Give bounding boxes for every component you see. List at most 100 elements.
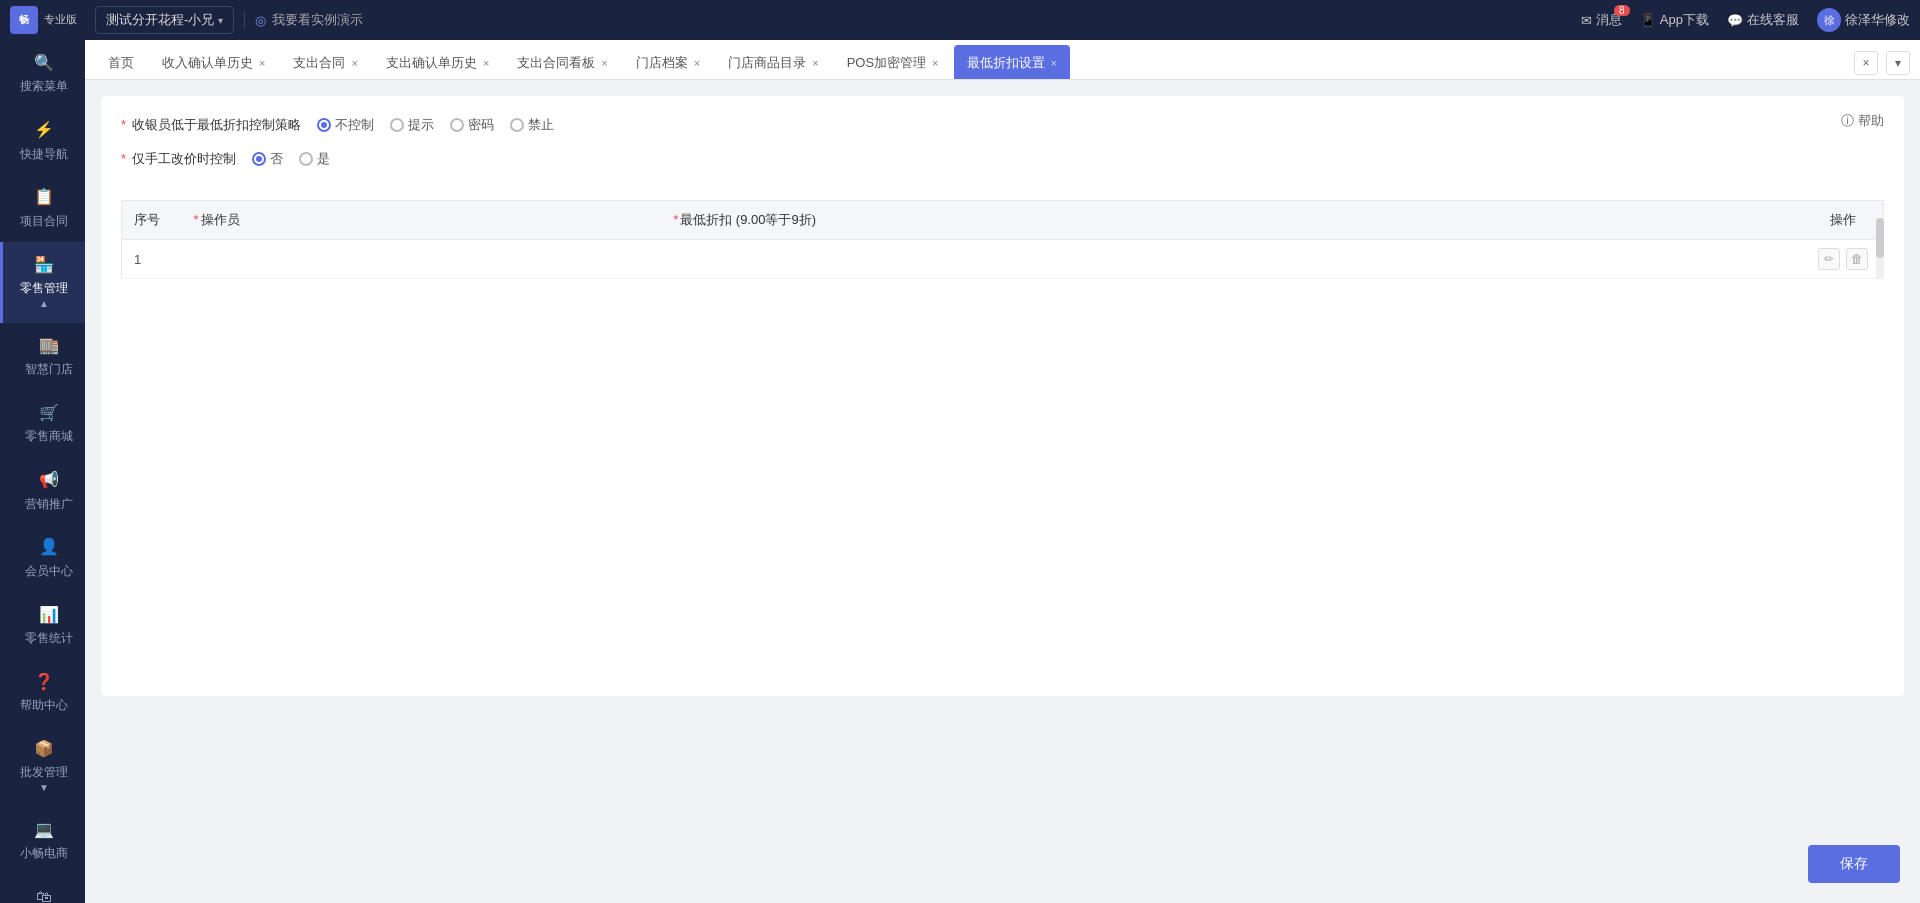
table-header: 序号 *操作员 *最低折扣 (9.00等于9折) 操作 (122, 201, 1884, 240)
sidebar-item-member-center[interactable]: 👤 会员中心 (0, 524, 85, 591)
help-circle-icon: ⓘ (1841, 112, 1854, 130)
close-icon[interactable]: × (1051, 57, 1057, 69)
tab-home[interactable]: 首页 (95, 45, 147, 79)
close-icon[interactable]: × (259, 57, 265, 69)
sidebar-item-label: 快捷导航 (20, 146, 68, 163)
sidebar-item-retail-mall[interactable]: 🛒 零售商城 (0, 390, 85, 457)
messages-button[interactable]: ✉ 消息 8 (1581, 11, 1622, 29)
sidebar-item-label: 项目合同 (20, 213, 68, 230)
sidebar-item-label: 会员中心 (25, 563, 73, 580)
divider (244, 10, 245, 30)
sidebar-item-search[interactable]: 🔍 搜索菜单 (0, 40, 85, 107)
col-discount-header: *最低折扣 (9.00等于9折) (661, 201, 1803, 240)
close-icon[interactable]: × (483, 57, 489, 69)
close-icon[interactable]: × (932, 57, 938, 69)
scrollbar-thumb (1876, 218, 1884, 258)
option-label: 不控制 (335, 116, 374, 134)
tab-pos-password[interactable]: POS加密管理 × (834, 45, 952, 79)
sidebar-item-label: 批发管理 (20, 764, 68, 781)
sidebar-item-marketing[interactable]: 📢 营销推广 (0, 457, 85, 524)
sidebar-item-retail-mgmt[interactable]: 🏪 零售管理 ▲ (0, 242, 85, 323)
online-service-button[interactable]: 💬 在线客服 (1727, 11, 1799, 29)
contract-icon: 📋 (34, 186, 54, 208)
demo-label: 我要看实例演示 (272, 11, 363, 29)
sidebar-item-quick-nav[interactable]: ⚡ 快捷导航 (0, 107, 85, 174)
table-body: 1 ✏ 🗑 (122, 240, 1884, 279)
search-icon: 🔍 (34, 52, 54, 74)
manual-price-option-no[interactable]: 否 (252, 150, 283, 168)
tab-label: 支出合同看板 (517, 54, 595, 72)
policy-option-password[interactable]: 密码 (450, 116, 494, 134)
close-icon[interactable]: × (601, 57, 607, 69)
sidebar-item-project-contract[interactable]: 📋 项目合同 (0, 174, 85, 241)
demo-link[interactable]: ◎ 我要看实例演示 (255, 11, 363, 29)
radio-unchecked-icon (299, 152, 313, 166)
required-mark: * (121, 151, 126, 166)
policy-radio-group: 不控制 提示 密码 禁止 (317, 116, 554, 134)
radio-unchecked-icon (510, 118, 524, 132)
close-icon[interactable]: × (812, 57, 818, 69)
app-download-label: App下载 (1660, 11, 1709, 29)
tabbar: 首页 收入确认单历史 × 支出合同 × 支出确认单历史 × 支出合同看板 × 门… (85, 40, 1920, 80)
logo-text: 专业版 (44, 13, 77, 26)
help-button[interactable]: ⓘ 帮助 (1841, 112, 1884, 130)
sidebar-item-ecommerce[interactable]: 💻 小畅电商 (0, 807, 85, 874)
tab-payment-confirm[interactable]: 支出确认单历史 × (373, 45, 502, 79)
tab-label: 门店商品目录 (728, 54, 806, 72)
col-seq-header: 序号 (122, 201, 182, 240)
sidebar-item-wholesale-mgmt[interactable]: 📦 批发管理 ▼ (0, 726, 85, 807)
tab-label: 支出合同 (293, 54, 345, 72)
circle-icon: ◎ (255, 13, 266, 28)
manual-price-label: * 仅手工改价时控制 (121, 150, 236, 168)
project-selector[interactable]: 测试分开花程-小兄 ▾ (95, 6, 234, 34)
sidebar-item-smart-store[interactable]: 🏬 智慧门店 (0, 323, 85, 390)
content-area: 首页 收入确认单历史 × 支出合同 × 支出确认单历史 × 支出合同看板 × 门… (85, 40, 1920, 903)
close-icon[interactable]: × (694, 57, 700, 69)
main-layout: 🔍 搜索菜单 ⚡ 快捷导航 📋 项目合同 🏪 零售管理 ▲ 🏬 智慧门店 🛒 零… (0, 40, 1920, 903)
option-label: 是 (317, 150, 330, 168)
expand-arrow-icon: ▲ (39, 297, 49, 311)
sidebar-item-label: 零售管理 (20, 280, 68, 297)
sidebar-item-label: 帮助中心 (20, 697, 68, 714)
user-menu[interactable]: 徐 徐泽华修改 (1817, 8, 1910, 32)
tab-store-file[interactable]: 门店档案 × (623, 45, 713, 79)
policy-label: * 收银员低于最低折扣控制策略 (121, 116, 301, 134)
policy-option-no-control[interactable]: 不控制 (317, 116, 374, 134)
tab-menu-button[interactable]: ▾ (1886, 51, 1910, 75)
sidebar-item-retail-stats[interactable]: 📊 零售统计 (0, 592, 85, 659)
table-scrollbar[interactable] (1876, 218, 1884, 279)
sidebar-item-label: 搜索菜单 (20, 78, 68, 95)
quick-nav-icon: ⚡ (34, 119, 54, 141)
tab-close-button[interactable]: × (1854, 51, 1878, 75)
logo-icon: 畅 (10, 6, 38, 34)
sidebar-item-label: 营销推广 (25, 496, 73, 513)
ecommerce-icon: 💻 (34, 819, 54, 841)
cell-discount (661, 240, 1803, 279)
close-icon[interactable]: × (351, 57, 357, 69)
edit-icon[interactable]: ✏ (1818, 248, 1840, 270)
delete-icon[interactable]: 🗑 (1846, 248, 1868, 270)
app-download-button[interactable]: 📱 App下载 (1640, 11, 1709, 29)
tab-label: 首页 (108, 54, 134, 72)
save-button[interactable]: 保存 (1808, 845, 1900, 883)
tab-payment-contract[interactable]: 支出合同 × (280, 45, 370, 79)
tab-income-confirm[interactable]: 收入确认单历史 × (149, 45, 278, 79)
tabbar-controls: × ▾ (1854, 51, 1910, 79)
tab-store-goods[interactable]: 门店商品目录 × (715, 45, 831, 79)
sidebar-item-help-center[interactable]: ❓ 帮助中心 (0, 659, 85, 726)
tab-min-discount[interactable]: 最低折扣设置 × (954, 45, 1070, 79)
tab-payment-board[interactable]: 支出合同看板 × (504, 45, 620, 79)
manual-price-option-yes[interactable]: 是 (299, 150, 330, 168)
policy-option-forbid[interactable]: 禁止 (510, 116, 554, 134)
sidebar-item-purchase-mgmt[interactable]: 🛍 采购管理 (0, 874, 85, 903)
chevron-down-icon: ▾ (218, 15, 223, 26)
mall-icon: 🛒 (39, 402, 59, 424)
tab-label: 门店档案 (636, 54, 688, 72)
smart-store-icon: 🏬 (39, 335, 59, 357)
cell-operator (182, 240, 662, 279)
policy-form-row: * 收银员低于最低折扣控制策略 不控制 提示 (121, 116, 1884, 134)
option-label: 密码 (468, 116, 494, 134)
cell-action: ✏ 🗑 (1804, 240, 1884, 279)
online-service-label: 在线客服 (1747, 11, 1799, 29)
policy-option-remind[interactable]: 提示 (390, 116, 434, 134)
